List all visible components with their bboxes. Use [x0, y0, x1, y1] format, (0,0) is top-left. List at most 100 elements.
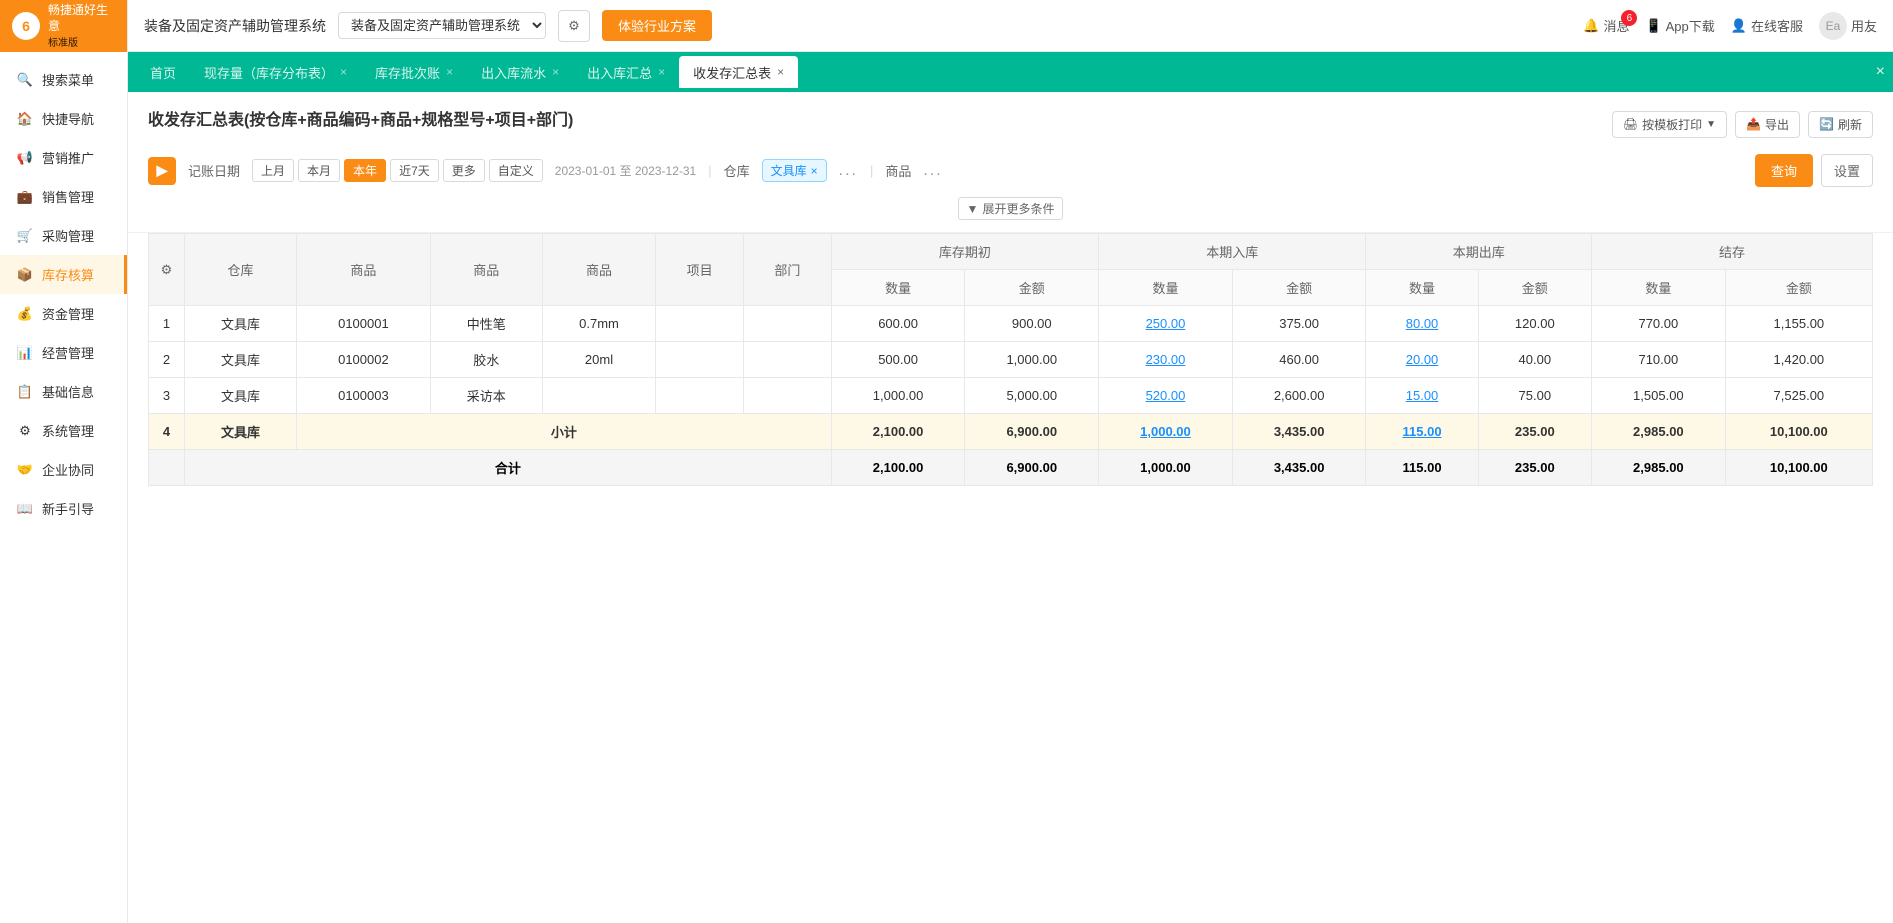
cell-out-qty[interactable]: 20.00 — [1366, 342, 1478, 378]
gear-button[interactable]: ⚙ — [558, 10, 590, 42]
sidebar-item-search[interactable]: 🔍 搜索菜单 — [0, 60, 127, 99]
cell-subtotal-closing-qty: 2,985.00 — [1592, 414, 1726, 450]
sales-icon: 💼 — [16, 188, 34, 206]
tab-inventory-dist-close[interactable]: × — [340, 65, 347, 79]
tab-batch[interactable]: 库存批次账 × — [361, 56, 467, 88]
subtotal-in-qty-link[interactable]: 1,000.00 — [1140, 424, 1191, 439]
notification-badge: 6 — [1621, 10, 1637, 26]
cell-closing-amt: 1,155.00 — [1725, 306, 1872, 342]
th-warehouse: 仓库 — [185, 234, 297, 306]
cell-subtotal-out-qty[interactable]: 115.00 — [1366, 414, 1478, 450]
table-row: 1 文具库 0100001 中性笔 0.7mm 600.00 900.00 25… — [149, 306, 1873, 342]
date-label: 记账日期 — [188, 161, 240, 180]
footer-in-amt: 3,435.00 — [1232, 450, 1366, 486]
cell-name: 采访本 — [430, 378, 542, 414]
sidebar-item-corp[interactable]: 🤝 企业协同 — [0, 450, 127, 489]
sidebar-item-purchase[interactable]: 🛒 采购管理 — [0, 216, 127, 255]
out-qty-link[interactable]: 20.00 — [1406, 352, 1439, 367]
warehouse-tag-close[interactable]: × — [811, 164, 818, 178]
sidebar-item-base[interactable]: 📋 基础信息 — [0, 372, 127, 411]
system-select[interactable]: 装备及固定资产辅助管理系统 — [338, 12, 546, 39]
date-btn-custom[interactable]: 自定义 — [489, 159, 543, 182]
sidebar-item-finance[interactable]: 💰 资金管理 — [0, 294, 127, 333]
out-qty-link[interactable]: 80.00 — [1406, 316, 1439, 331]
tab-inventory-dist[interactable]: 现存量（库存分布表） × — [190, 56, 361, 88]
topbar-left: 装备及固定资产辅助管理系统 装备及固定资产辅助管理系统 ⚙ 体验行业方案 — [144, 10, 712, 42]
export-button[interactable]: 📤 导出 — [1735, 111, 1800, 138]
cell-code: 0100003 — [297, 378, 431, 414]
warehouse-more-dots[interactable]: ... — [839, 162, 858, 180]
sidebar-item-label: 企业协同 — [42, 460, 94, 479]
date-btn-more[interactable]: 更多 — [443, 159, 485, 182]
online-service-button[interactable]: 👤 在线客服 — [1731, 16, 1803, 35]
user-label: 用友 — [1851, 16, 1877, 35]
sidebar-item-business[interactable]: 📊 经营管理 — [0, 333, 127, 372]
sidebar-item-label: 基础信息 — [42, 382, 94, 401]
cell-code: 0100001 — [297, 306, 431, 342]
cell-spec — [542, 378, 655, 414]
cell-spec: 0.7mm — [542, 306, 655, 342]
cell-out-qty[interactable]: 15.00 — [1366, 378, 1478, 414]
tab-inout-summary-close[interactable]: × — [658, 65, 665, 79]
table-settings-icon: ⚙ — [161, 262, 173, 277]
cell-in-qty[interactable]: 520.00 — [1099, 378, 1233, 414]
date-btn-this-month[interactable]: 本月 — [298, 159, 340, 182]
tab-inout-flow-close[interactable]: × — [552, 65, 559, 79]
sidebar-item-label: 库存核算 — [42, 265, 94, 284]
footer-in-qty: 1,000.00 — [1099, 450, 1233, 486]
tab-recv-send[interactable]: 收发存汇总表 × — [679, 56, 798, 88]
goods-more-dots[interactable]: ... — [923, 162, 942, 180]
cell-out-qty[interactable]: 80.00 — [1366, 306, 1478, 342]
tab-recv-send-close[interactable]: × — [777, 65, 784, 79]
filter-toggle-button[interactable]: ▶ — [148, 157, 176, 185]
sidebar-nav: 🔍 搜索菜单 🏠 快捷导航 📢 营销推广 💼 销售管理 🛒 采购管理 📦 库存核… — [0, 52, 127, 923]
cell-warehouse: 文具库 — [185, 306, 297, 342]
tab-inout-flow[interactable]: 出入库流水 × — [467, 56, 573, 88]
footer-closing-amt: 10,100.00 — [1725, 450, 1872, 486]
expand-label: 展开更多条件 — [982, 200, 1054, 217]
expand-icon: ▼ — [967, 202, 979, 216]
purchase-icon: 🛒 — [16, 227, 34, 245]
close-all-tabs-button[interactable]: × — [1876, 63, 1885, 81]
out-qty-link[interactable]: 15.00 — [1406, 388, 1439, 403]
refresh-button[interactable]: 🔄 刷新 — [1808, 111, 1873, 138]
trial-button[interactable]: 体验行业方案 — [602, 10, 712, 41]
in-qty-link[interactable]: 230.00 — [1146, 352, 1186, 367]
th-settings[interactable]: ⚙ — [149, 234, 185, 306]
tab-inout-summary-label: 出入库汇总 — [587, 63, 652, 82]
cell-subtotal-out-amt: 235.00 — [1478, 414, 1591, 450]
sidebar-item-quick[interactable]: 🏠 快捷导航 — [0, 99, 127, 138]
cell-closing-amt: 7,525.00 — [1725, 378, 1872, 414]
subtotal-out-qty-link[interactable]: 115.00 — [1403, 424, 1442, 439]
print-button[interactable]: 🖨 按模板打印 ▼ — [1612, 111, 1727, 138]
user-button[interactable]: Ea 用友 — [1819, 12, 1877, 40]
sidebar-item-label: 搜索菜单 — [42, 70, 94, 89]
notification-button[interactable]: 🔔 消息 6 — [1583, 16, 1629, 35]
query-button[interactable]: 查询 — [1755, 154, 1813, 187]
online-service-label: 在线客服 — [1751, 16, 1803, 35]
sidebar-item-inventory[interactable]: 📦 库存核算 — [0, 255, 127, 294]
date-btn-7days[interactable]: 近7天 — [390, 159, 439, 182]
cell-subtotal-in-qty[interactable]: 1,000.00 — [1099, 414, 1233, 450]
date-btn-last-month[interactable]: 上月 — [252, 159, 294, 182]
sidebar-item-system[interactable]: ⚙ 系统管理 — [0, 411, 127, 450]
date-btn-this-year[interactable]: 本年 — [344, 159, 386, 182]
expand-conditions-button[interactable]: ▼ 展开更多条件 — [958, 197, 1064, 220]
chevron-down-icon: ▼ — [1706, 119, 1716, 130]
filter-settings-button[interactable]: 设置 — [1821, 154, 1873, 187]
cell-in-qty[interactable]: 230.00 — [1099, 342, 1233, 378]
sidebar-item-guide[interactable]: 📖 新手引导 — [0, 489, 127, 528]
tab-batch-close[interactable]: × — [446, 65, 453, 79]
th-closing-amt: 金额 — [1725, 270, 1872, 306]
cell-in-qty[interactable]: 250.00 — [1099, 306, 1233, 342]
in-qty-link[interactable]: 250.00 — [1146, 316, 1186, 331]
tab-home[interactable]: 首页 — [136, 56, 190, 88]
app-download-button[interactable]: 📱 App下载 — [1645, 16, 1714, 35]
footer-opening-qty: 2,100.00 — [831, 450, 965, 486]
in-qty-link[interactable]: 520.00 — [1146, 388, 1186, 403]
sidebar-item-sales[interactable]: 💼 销售管理 — [0, 177, 127, 216]
sidebar-item-marketing[interactable]: 📢 营销推广 — [0, 138, 127, 177]
tab-inout-summary[interactable]: 出入库汇总 × — [573, 56, 679, 88]
tab-home-label: 首页 — [150, 63, 176, 82]
date-buttons: 上月 本月 本年 近7天 更多 自定义 — [252, 159, 543, 182]
